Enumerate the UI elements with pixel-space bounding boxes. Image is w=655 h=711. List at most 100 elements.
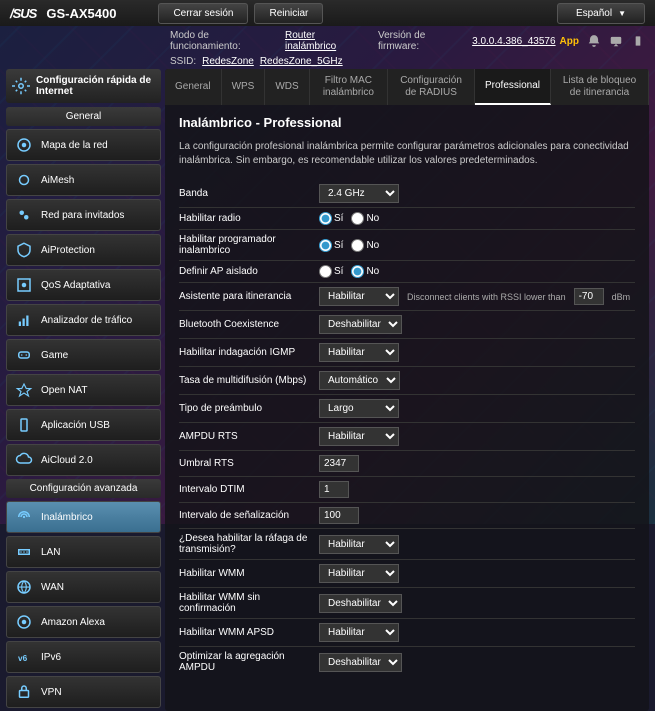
form-label: Habilitar WMM APSD: [179, 627, 319, 638]
mode-link[interactable]: Router inalámbrico: [285, 30, 368, 52]
sidebar-item-label: Configuración rápida de Internet: [36, 75, 155, 97]
igmp-select[interactable]: Habilitar: [319, 343, 399, 362]
tab-lista-de-bloqueo-de-itinerancia[interactable]: Lista de bloqueo de itinerancia: [551, 69, 649, 105]
sidebar-item-open-nat[interactable]: Open NAT: [6, 374, 161, 406]
general-group-title: General: [6, 107, 161, 126]
form-label: Habilitar radio: [179, 213, 319, 224]
tab-filtro-mac-inalámbrico[interactable]: Filtro MAC inalámbrico: [310, 69, 388, 105]
nav-icon: [15, 346, 33, 364]
sidebar-item-mapa-de-la-red[interactable]: Mapa de la red: [6, 129, 161, 161]
sidebar-item-lan[interactable]: LAN: [6, 536, 161, 568]
ssid1-link[interactable]: RedesZone: [202, 56, 254, 67]
ap-isolated-no[interactable]: No: [351, 265, 379, 278]
roaming-select[interactable]: Habilitar: [319, 287, 399, 306]
scheduler-yes[interactable]: Sí: [319, 239, 343, 252]
ampdu-opt-select[interactable]: Deshabilitar: [319, 653, 402, 672]
form-row: Umbral RTS: [179, 450, 635, 476]
preamble-select[interactable]: Largo: [319, 399, 399, 418]
sidebar-item-inalámbrico[interactable]: Inalámbrico: [6, 501, 161, 533]
nav-icon: [15, 613, 33, 631]
rssi-input[interactable]: [574, 288, 604, 305]
form-row: Habilitar radio Sí No: [179, 207, 635, 229]
sidebar-item-aicloud-2.0[interactable]: AiCloud 2.0: [6, 444, 161, 476]
beacon-input[interactable]: [319, 507, 359, 524]
scheduler-no[interactable]: No: [351, 239, 379, 252]
svg-text:v6: v6: [18, 654, 28, 663]
sidebar-item-amazon-alexa[interactable]: Amazon Alexa: [6, 606, 161, 638]
reboot-button[interactable]: Reiniciar: [254, 3, 323, 24]
form-row: Habilitar programador inalambrico Sí No: [179, 229, 635, 260]
form-row: Habilitar WMM sin confirmaciónDeshabilit…: [179, 587, 635, 618]
band-select[interactable]: 2.4 GHz: [319, 184, 399, 203]
notification-icon[interactable]: [587, 34, 601, 48]
tab-wds[interactable]: WDS: [265, 69, 309, 105]
status-bar: Modo de funcionamiento: Router inalámbri…: [0, 26, 655, 69]
form-label: Bluetooth Coexistence: [179, 319, 319, 330]
nav-icon: [15, 311, 33, 329]
usb-icon[interactable]: [631, 34, 645, 48]
sidebar-item-aiprotection[interactable]: AiProtection: [6, 234, 161, 266]
ssid2-link[interactable]: RedesZone_5GHz: [260, 56, 343, 67]
enable-radio-no[interactable]: No: [351, 212, 379, 225]
rts-input[interactable]: [319, 455, 359, 472]
sidebar-item-red-para-invitados[interactable]: Red para invitados: [6, 199, 161, 231]
mode-label: Modo de funcionamiento:: [170, 30, 281, 52]
form-label: Habilitar WMM sin confirmación: [179, 592, 319, 614]
form-label: Habilitar WMM: [179, 568, 319, 579]
tab-general[interactable]: General: [165, 69, 222, 105]
sidebar-item-game[interactable]: Game: [6, 339, 161, 371]
sidebar-item-aimesh[interactable]: AiMesh: [6, 164, 161, 196]
tab-professional[interactable]: Professional: [475, 69, 551, 105]
wmm-select[interactable]: Habilitar: [319, 564, 399, 583]
wmm-apsd-select[interactable]: Habilitar: [319, 623, 399, 642]
nav-icon: [15, 508, 33, 526]
form-label: Intervalo de señalización: [179, 510, 319, 521]
ssid-label: SSID:: [170, 56, 196, 67]
sidebar-item-vpn[interactable]: VPN: [6, 676, 161, 708]
tab-wps[interactable]: WPS: [222, 69, 266, 105]
sidebar-item-label: Red para invitados: [41, 210, 124, 221]
nav-icon: [15, 381, 33, 399]
sidebar-item-wan[interactable]: WAN: [6, 571, 161, 603]
rssi-hint: Disconnect clients with RSSI lower than: [407, 292, 566, 302]
nav-icon: [15, 276, 33, 294]
sidebar-item-analizador-de-tráfico[interactable]: Analizador de tráfico: [6, 304, 161, 336]
sidebar-item-aplicación-usb[interactable]: Aplicación USB: [6, 409, 161, 441]
app-label[interactable]: App: [560, 36, 579, 47]
sidebar-item-label: Aplicación USB: [41, 420, 110, 431]
sidebar-item-label: QoS Adaptativa: [41, 280, 111, 291]
multicast-select[interactable]: Automático: [319, 371, 400, 390]
sidebar: Configuración rápida de Internet General…: [6, 69, 161, 711]
form-label: Umbral RTS: [179, 458, 319, 469]
page-title: Inalámbrico - Professional: [179, 115, 635, 130]
sidebar-item-label: AiCloud 2.0: [41, 455, 93, 466]
logout-button[interactable]: Cerrar sesión: [158, 3, 248, 24]
ap-isolated-yes[interactable]: Sí: [319, 265, 343, 278]
form-row: Definir AP aislado Sí No: [179, 260, 635, 282]
bt-coex-select[interactable]: Deshabilitar: [319, 315, 402, 334]
form-label: Intervalo DTIM: [179, 484, 319, 495]
fw-link[interactable]: 3.0.0.4.386_43576: [472, 36, 555, 47]
sidebar-item-ipv6[interactable]: v6IPv6: [6, 641, 161, 673]
dtim-input[interactable]: [319, 481, 349, 498]
feedback-icon[interactable]: [609, 34, 623, 48]
wmm-noack-select[interactable]: Deshabilitar: [319, 594, 402, 613]
quick-setup-button[interactable]: Configuración rápida de Internet: [6, 69, 161, 103]
form-label: AMPDU RTS: [179, 431, 319, 442]
sidebar-item-label: Mapa de la red: [41, 140, 108, 151]
form-label: Optimizar la agregación AMPDU: [179, 651, 319, 673]
form-label: Habilitar programador inalambrico: [179, 234, 319, 256]
sidebar-item-qos-adaptativa[interactable]: QoS Adaptativa: [6, 269, 161, 301]
form-label: Tasa de multidifusión (Mbps): [179, 375, 319, 386]
tab-configuración-de-radius[interactable]: Configuración de RADIUS: [388, 69, 475, 105]
language-select[interactable]: Español: [557, 3, 645, 24]
sidebar-item-label: WAN: [41, 582, 64, 593]
ampdu-rts-select[interactable]: Habilitar: [319, 427, 399, 446]
tx-burst-select[interactable]: Habilitar: [319, 535, 399, 554]
enable-radio-yes[interactable]: Sí: [319, 212, 343, 225]
form-label: Tipo de preámbulo: [179, 403, 319, 414]
advanced-group-title: Configuración avanzada: [6, 479, 161, 498]
fw-label: Versión de firmware:: [378, 30, 468, 52]
nav-icon: [15, 451, 33, 469]
nav-icon: [15, 683, 33, 701]
